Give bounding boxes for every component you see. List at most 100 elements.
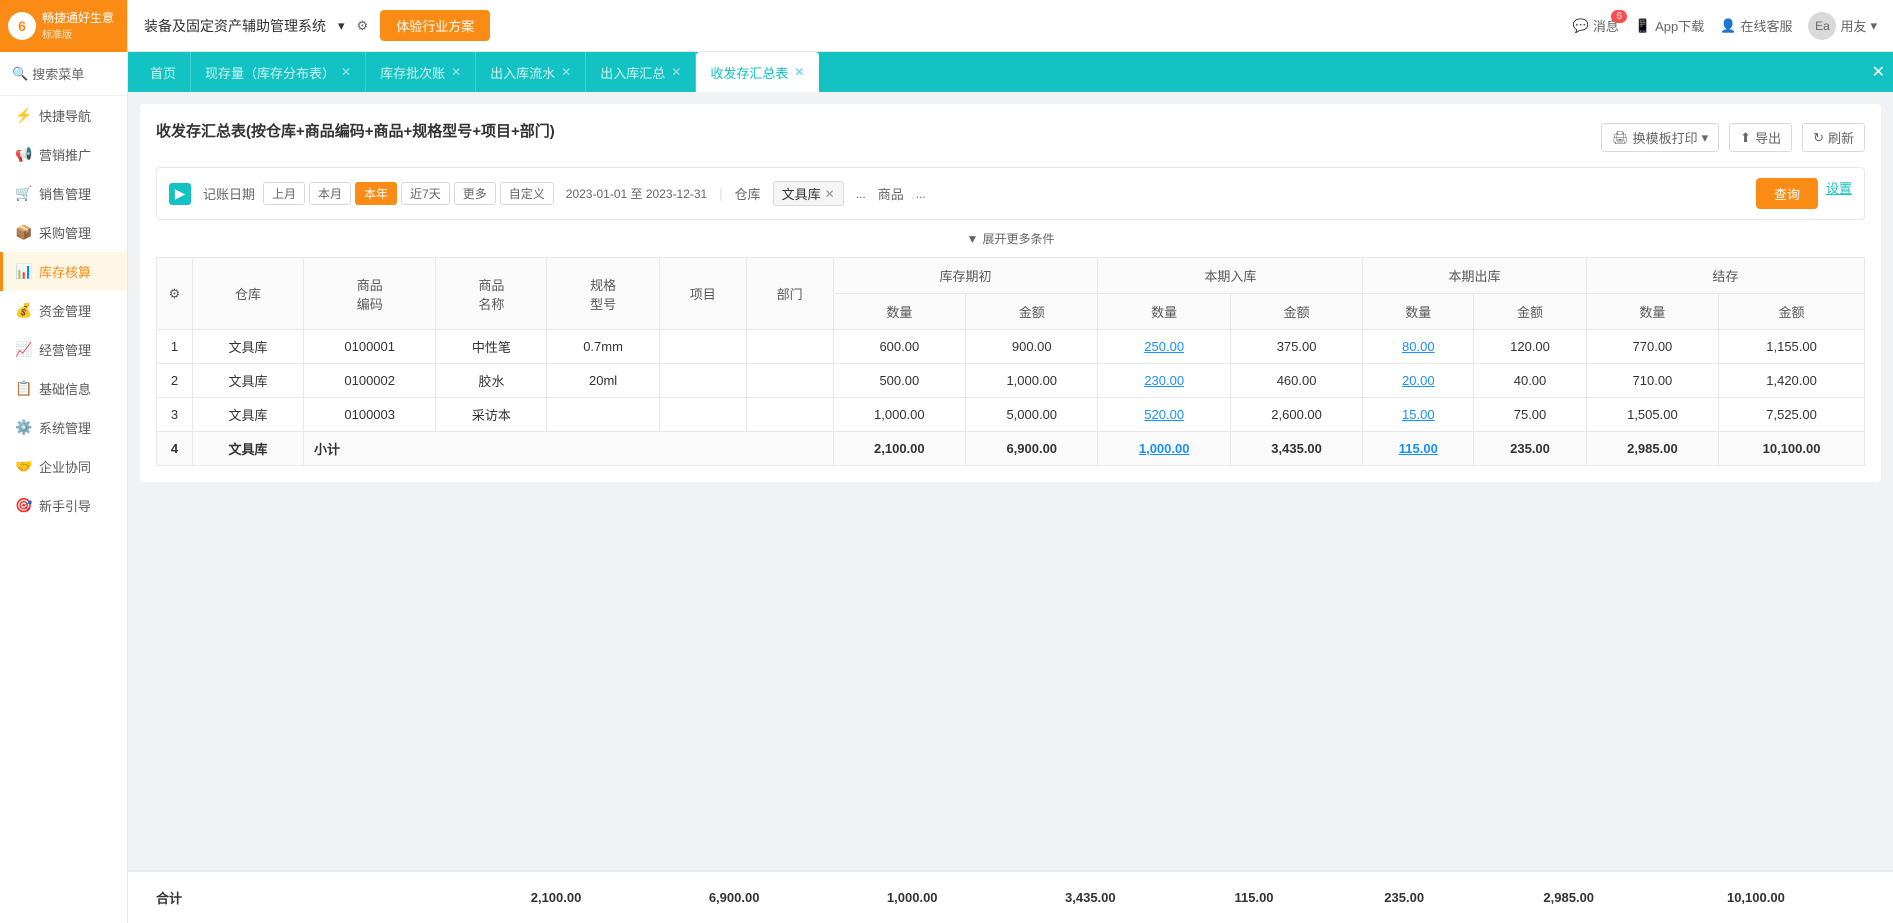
subtotal-opening-amt: 6,900.00 — [966, 432, 1098, 466]
row3-warehouse: 文具库 — [193, 398, 304, 432]
sidebar-item-purchase[interactable]: 📦 采购管理 — [0, 213, 127, 252]
row3-out-qty[interactable]: 15.00 — [1363, 398, 1474, 432]
logo-name: 畅捷通好生意 — [42, 11, 114, 27]
date-btn-this-year[interactable]: 本年 — [355, 182, 397, 205]
tab-in-out-flow[interactable]: 出入库流水 ✕ — [476, 52, 586, 92]
row1-in-qty[interactable]: 250.00 — [1098, 330, 1230, 364]
row2-in-qty[interactable]: 230.00 — [1098, 364, 1230, 398]
phone-icon: 📱 — [1635, 18, 1651, 34]
row1-out-qty[interactable]: 80.00 — [1363, 330, 1474, 364]
row1-in-amt: 375.00 — [1230, 330, 1362, 364]
subtotal-label: 小计 — [303, 432, 833, 466]
query-button[interactable]: 查询 — [1756, 178, 1818, 209]
tab-close-batch-ledger[interactable]: ✕ — [451, 65, 461, 79]
date-btn-custom[interactable]: 自定义 — [500, 182, 554, 205]
date-btn-this-month[interactable]: 本月 — [309, 182, 351, 205]
subtotal-closing-amt: 10,100.00 — [1719, 432, 1865, 466]
refresh-button[interactable]: ↻ 刷新 — [1802, 123, 1865, 152]
table-row: 2 文具库 0100002 胶水 20ml 500.00 1,000.00 23… — [157, 364, 1865, 398]
goods-more[interactable]: ... — [916, 187, 926, 201]
warehouse-more[interactable]: ... — [856, 187, 866, 201]
table-row: 1 文具库 0100001 中性笔 0.7mm 600.00 900.00 25… — [157, 330, 1865, 364]
tab-bar-close-button[interactable]: ✕ — [1872, 62, 1885, 82]
filter-toggle-button[interactable]: ▶ — [169, 183, 191, 205]
operations-icon: 📈 — [15, 341, 33, 358]
subtotal-closing-qty: 2,985.00 — [1586, 432, 1718, 466]
expand-row: ▼ 展开更多条件 — [156, 230, 1865, 247]
total-opening-amt: 6,900.00 — [646, 884, 822, 911]
subtotal-out-qty[interactable]: 115.00 — [1363, 432, 1474, 466]
date-btn-last-month[interactable]: 上月 — [263, 182, 305, 205]
sidebar-item-sales[interactable]: 🛒 销售管理 — [0, 174, 127, 213]
tab-recv-send-summary[interactable]: 收发存汇总表 ✕ — [696, 52, 819, 92]
sidebar-item-operations[interactable]: 📈 经营管理 — [0, 330, 127, 369]
row3-closing-amt: 7,525.00 — [1719, 398, 1865, 432]
tab-close-recv-send-summary[interactable]: ✕ — [794, 65, 804, 79]
warehouse-filter-label: 仓库 — [735, 184, 761, 203]
sidebar-item-quick-nav[interactable]: ⚡ 快捷导航 — [0, 96, 127, 135]
th-goods-name: 商品名称 — [436, 258, 547, 330]
expand-icon: ▼ — [967, 232, 979, 246]
total-in-qty: 1,000.00 — [824, 884, 1000, 911]
trial-button[interactable]: 体验行业方案 — [380, 10, 490, 41]
tab-close-in-out-summary[interactable]: ✕ — [671, 65, 681, 79]
sidebar-item-inventory[interactable]: 📊 库存核算 — [0, 252, 127, 291]
system-selector[interactable]: ▾ — [338, 18, 345, 34]
date-btn-more[interactable]: 更多 — [454, 182, 496, 205]
sidebar-item-guide[interactable]: 🎯 新手引导 — [0, 486, 127, 525]
th-settings[interactable]: ⚙ — [157, 258, 193, 330]
sidebar-item-finance[interactable]: 💰 资金管理 — [0, 291, 127, 330]
warehouse-tag-close[interactable]: ✕ — [825, 187, 835, 201]
row2-in-amt: 460.00 — [1230, 364, 1362, 398]
row2-out-qty[interactable]: 20.00 — [1363, 364, 1474, 398]
row3-out-amt: 75.00 — [1474, 398, 1586, 432]
total-out-amt: 235.00 — [1330, 884, 1479, 911]
row1-warehouse: 文具库 — [193, 330, 304, 364]
logo-badge: 标准版 — [42, 26, 114, 41]
template-print-button[interactable]: 🖨 换模板打印 ▾ — [1601, 123, 1719, 152]
th-in-amt: 金额 — [1230, 294, 1362, 330]
export-button[interactable]: ⬆ 导出 — [1729, 123, 1792, 152]
tab-in-out-summary[interactable]: 出入库汇总 ✕ — [586, 52, 696, 92]
row2-goods-spec: 20ml — [547, 364, 659, 398]
sidebar-item-system[interactable]: ⚙️ 系统管理 — [0, 408, 127, 447]
user-chevron-icon: ▾ — [1870, 18, 1877, 34]
filter-bar: ▶ 记账日期 上月 本月 本年 近7天 更多 自定义 2023-01-01 至 … — [156, 167, 1865, 220]
row3-opening-amt: 5,000.00 — [966, 398, 1098, 432]
date-btn-7days[interactable]: 近7天 — [401, 182, 450, 205]
expand-more-button[interactable]: ▼ 展开更多条件 — [967, 230, 1055, 247]
settings-gear-icon[interactable]: ⚙ — [357, 18, 369, 34]
row3-in-qty[interactable]: 520.00 — [1098, 398, 1230, 432]
tab-batch-ledger[interactable]: 库存批次账 ✕ — [366, 52, 476, 92]
row3-goods-spec — [547, 398, 659, 432]
online-service-action[interactable]: 👤 在线客服 — [1720, 16, 1792, 35]
sidebar-item-collab[interactable]: 🤝 企业协同 — [0, 447, 127, 486]
app-download-action[interactable]: 📱 App下载 — [1635, 16, 1704, 35]
service-icon: 👤 — [1720, 18, 1736, 34]
row3-opening-qty: 1,000.00 — [833, 398, 965, 432]
export-icon: ⬆ — [1740, 130, 1751, 146]
row1-project — [659, 330, 746, 364]
row1-no: 1 — [157, 330, 193, 364]
tab-stock-dist[interactable]: 现存量（库存分布表） ✕ — [191, 52, 366, 92]
th-opening-amt: 金额 — [966, 294, 1098, 330]
avatar: Ea — [1808, 12, 1836, 40]
message-action[interactable]: 💬 消息 6 — [1573, 16, 1619, 35]
tab-close-stock-dist[interactable]: ✕ — [341, 65, 351, 79]
settings-link[interactable]: 设置 — [1826, 178, 1852, 209]
subtotal-out-amt: 235.00 — [1474, 432, 1586, 466]
row2-out-amt: 40.00 — [1474, 364, 1586, 398]
th-closing-group: 结存 — [1586, 258, 1864, 294]
quick-nav-icon: ⚡ — [15, 107, 33, 124]
user-action[interactable]: Ea 用友 ▾ — [1808, 12, 1877, 40]
subtotal-in-qty[interactable]: 1,000.00 — [1098, 432, 1230, 466]
row3-goods-code: 0100003 — [303, 398, 435, 432]
search-menu-button[interactable]: 🔍 搜索菜单 — [8, 60, 119, 87]
tab-home[interactable]: 首页 — [136, 52, 191, 92]
total-in-amt: 3,435.00 — [1002, 884, 1178, 911]
tab-close-in-out-flow[interactable]: ✕ — [561, 65, 571, 79]
sidebar-item-marketing[interactable]: 📢 营销推广 — [0, 135, 127, 174]
row1-goods-code: 0100001 — [303, 330, 435, 364]
sidebar-item-basic[interactable]: 📋 基础信息 — [0, 369, 127, 408]
sidebar-logo: 6 畅捷通好生意 标准版 — [0, 0, 127, 52]
